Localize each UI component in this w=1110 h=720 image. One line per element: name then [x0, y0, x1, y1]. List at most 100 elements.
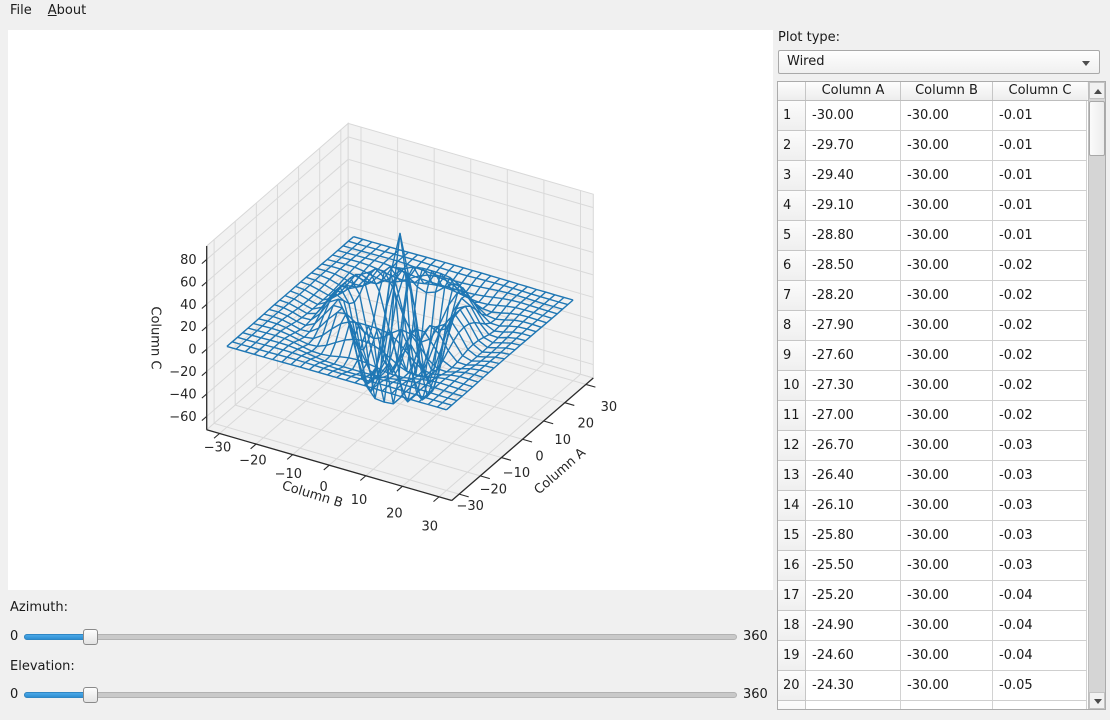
scroll-down-button[interactable] — [1089, 692, 1105, 709]
table-cell[interactable]: -28.50 — [806, 251, 901, 281]
scroll-up-button[interactable] — [1089, 82, 1105, 99]
table-cell[interactable]: -0.01 — [993, 131, 1087, 161]
table-cell[interactable]: -30.00 — [901, 341, 993, 371]
table-cell[interactable]: -0.05 — [993, 671, 1087, 701]
table-cell[interactable]: -29.70 — [806, 131, 901, 161]
table-cell[interactable]: -26.10 — [806, 491, 901, 521]
table-cell[interactable]: -25.80 — [806, 521, 901, 551]
menu-item-file[interactable]: File — [2, 1, 40, 20]
table-cell[interactable]: -30.00 — [901, 101, 993, 131]
table-cell[interactable]: -0.01 — [993, 221, 1087, 251]
column-b-header[interactable]: Column B — [901, 82, 993, 100]
table-cell[interactable]: -30.00 — [901, 551, 993, 581]
row-number-cell[interactable]: 19 — [778, 641, 806, 671]
table-cell[interactable]: -29.40 — [806, 161, 901, 191]
row-number-cell[interactable] — [778, 701, 806, 710]
column-a-header[interactable]: Column A — [806, 82, 901, 100]
azimuth-slider-handle[interactable] — [83, 629, 98, 645]
table-cell[interactable] — [901, 701, 993, 710]
table-cell[interactable]: -28.20 — [806, 281, 901, 311]
table-cell[interactable]: -30.00 — [901, 671, 993, 701]
row-number-cell[interactable]: 20 — [778, 671, 806, 701]
table-cell[interactable]: -0.03 — [993, 461, 1087, 491]
table-cell[interactable]: -0.04 — [993, 581, 1087, 611]
table-cell[interactable]: -0.02 — [993, 371, 1087, 401]
table-cell[interactable] — [806, 701, 901, 710]
row-number-cell[interactable]: 7 — [778, 281, 806, 311]
table-cell[interactable]: -27.00 — [806, 401, 901, 431]
table-cell[interactable]: -30.00 — [901, 491, 993, 521]
table-cell[interactable]: -27.30 — [806, 371, 901, 401]
table-cell[interactable] — [993, 701, 1087, 710]
table-cell[interactable]: -24.90 — [806, 611, 901, 641]
elevation-slider-track[interactable] — [24, 692, 737, 698]
table-cell[interactable]: -30.00 — [901, 251, 993, 281]
row-number-cell[interactable]: 8 — [778, 311, 806, 341]
row-number-cell[interactable]: 12 — [778, 431, 806, 461]
table-cell[interactable]: -30.00 — [901, 431, 993, 461]
table-cell[interactable]: -27.60 — [806, 341, 901, 371]
table-cell[interactable]: -0.01 — [993, 191, 1087, 221]
scrollbar-thumb[interactable] — [1089, 101, 1105, 156]
table-cell[interactable]: -0.01 — [993, 161, 1087, 191]
table-cell[interactable]: -24.60 — [806, 641, 901, 671]
table-cell[interactable]: -30.00 — [901, 191, 993, 221]
table-cell[interactable]: -30.00 — [901, 131, 993, 161]
table-cell[interactable]: -0.04 — [993, 641, 1087, 671]
table-cell[interactable]: -28.80 — [806, 221, 901, 251]
plot-type-select[interactable]: Wired — [778, 50, 1100, 74]
table-cell[interactable]: -0.03 — [993, 431, 1087, 461]
table-scrollbar[interactable] — [1088, 82, 1105, 709]
azimuth-slider-track[interactable] — [24, 634, 737, 640]
table-cell[interactable]: -0.02 — [993, 281, 1087, 311]
row-number-cell[interactable]: 13 — [778, 461, 806, 491]
row-number-cell[interactable]: 5 — [778, 221, 806, 251]
table-cell[interactable]: -30.00 — [901, 611, 993, 641]
row-number-cell[interactable]: 11 — [778, 401, 806, 431]
table-cell[interactable]: -30.00 — [901, 311, 993, 341]
row-number-cell[interactable]: 15 — [778, 521, 806, 551]
table-cell[interactable]: -30.00 — [901, 641, 993, 671]
row-number-cell[interactable]: 6 — [778, 251, 806, 281]
table-cell[interactable]: -30.00 — [901, 581, 993, 611]
table-cell[interactable]: -0.02 — [993, 251, 1087, 281]
table-cell[interactable]: -0.02 — [993, 311, 1087, 341]
menu-item-about[interactable]: About — [40, 1, 94, 20]
table-cell[interactable]: -0.03 — [993, 551, 1087, 581]
row-number-cell[interactable]: 9 — [778, 341, 806, 371]
row-number-cell[interactable]: 3 — [778, 161, 806, 191]
table-cell[interactable]: -29.10 — [806, 191, 901, 221]
column-c-header[interactable]: Column C — [993, 82, 1087, 100]
row-number-cell[interactable]: 18 — [778, 611, 806, 641]
row-number-cell[interactable]: 1 — [778, 101, 806, 131]
row-number-cell[interactable]: 4 — [778, 191, 806, 221]
table-cell[interactable]: -27.90 — [806, 311, 901, 341]
table-cell[interactable]: -0.03 — [993, 521, 1087, 551]
row-number-cell[interactable]: 2 — [778, 131, 806, 161]
row-number-cell[interactable]: 10 — [778, 371, 806, 401]
row-number-cell[interactable]: 14 — [778, 491, 806, 521]
table-cell[interactable]: -0.02 — [993, 401, 1087, 431]
row-number-cell[interactable]: 17 — [778, 581, 806, 611]
table-cell[interactable]: -26.70 — [806, 431, 901, 461]
table-cell[interactable]: -0.03 — [993, 491, 1087, 521]
azimuth-slider[interactable]: 0 360 — [0, 624, 770, 650]
elevation-slider-handle[interactable] — [83, 687, 98, 703]
table-cell[interactable]: -0.04 — [993, 611, 1087, 641]
table-cell[interactable]: -0.01 — [993, 101, 1087, 131]
table-cell[interactable]: -30.00 — [901, 521, 993, 551]
row-number-cell[interactable]: 16 — [778, 551, 806, 581]
table-cell[interactable]: -25.50 — [806, 551, 901, 581]
table-cell[interactable]: -30.00 — [806, 101, 901, 131]
table-cell[interactable]: -26.40 — [806, 461, 901, 491]
table-cell[interactable]: -30.00 — [901, 461, 993, 491]
table-cell[interactable]: -24.30 — [806, 671, 901, 701]
table-cell[interactable]: -25.20 — [806, 581, 901, 611]
table-cell[interactable]: -0.02 — [993, 341, 1087, 371]
table-cell[interactable]: -30.00 — [901, 161, 993, 191]
elevation-slider[interactable]: 0 360 — [0, 682, 770, 708]
table-cell[interactable]: -30.00 — [901, 221, 993, 251]
table-cell[interactable]: -30.00 — [901, 401, 993, 431]
table-cell[interactable]: -30.00 — [901, 371, 993, 401]
table-cell[interactable]: -30.00 — [901, 281, 993, 311]
